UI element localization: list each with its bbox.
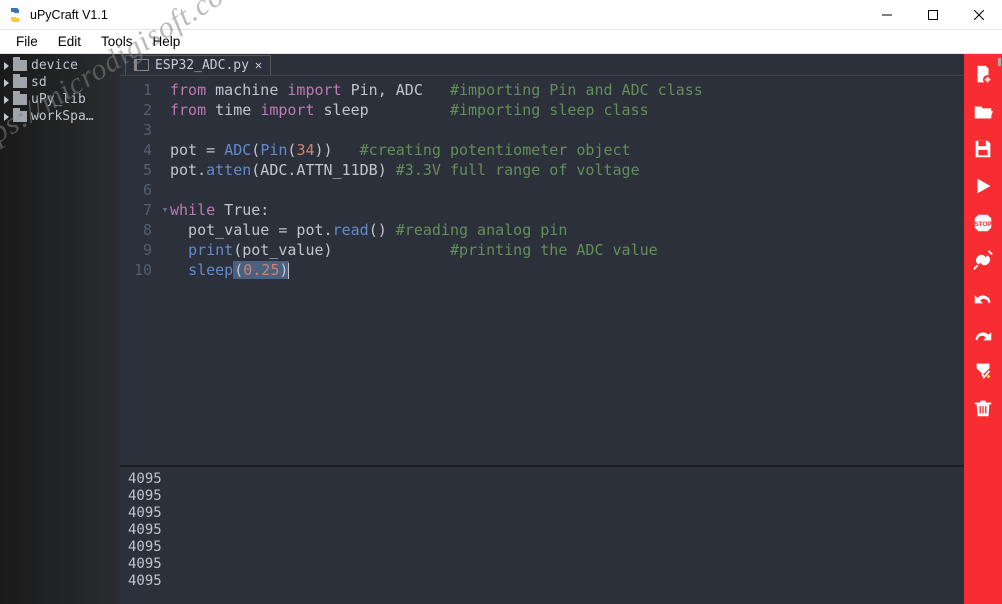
sidebar-item-label: sd [31, 75, 47, 90]
folder-icon [13, 77, 27, 88]
tab-filename: ESP32_ADC.py [155, 58, 249, 73]
sidebar-item-workSpa[interactable]: workSpa… [0, 108, 120, 125]
undo-icon[interactable] [968, 282, 998, 312]
titlebar: uPyCraft V1.1 [0, 0, 1002, 30]
console-line: 4095 [128, 471, 956, 488]
connect-icon[interactable] [968, 245, 998, 275]
stop-icon[interactable]: STOP [968, 208, 998, 238]
expand-arrow-icon [4, 62, 9, 70]
file-icon [134, 59, 149, 71]
code-editor[interactable]: 12345678910 ▾ from machine import Pin, A… [120, 76, 964, 465]
sidebar-item-uPy_lib[interactable]: uPy_lib [0, 91, 120, 108]
menu-edit[interactable]: Edit [48, 32, 91, 51]
line-gutter: 12345678910 [120, 76, 160, 465]
folder-icon [13, 60, 27, 71]
console-line: 4095 [128, 505, 956, 522]
tab-file[interactable]: ESP32_ADC.py ✕ [125, 55, 271, 75]
menu-tools[interactable]: Tools [91, 32, 143, 51]
menu-file[interactable]: File [6, 32, 48, 51]
menubar: File Edit Tools Help [0, 30, 1002, 54]
maximize-button[interactable] [910, 0, 956, 30]
clear-icon[interactable] [968, 393, 998, 423]
folder-icon [13, 111, 27, 122]
sidebar-item-sd[interactable]: sd [0, 74, 120, 91]
console-line: 4095 [128, 539, 956, 556]
expand-arrow-icon [4, 113, 9, 121]
fold-column: ▾ [160, 76, 170, 465]
folder-icon [13, 94, 27, 105]
sidebar-item-label: device [31, 58, 78, 73]
sidebar-item-device[interactable]: device [0, 57, 120, 74]
svg-text:STOP: STOP [974, 221, 992, 228]
tab-close-icon[interactable]: ✕ [255, 58, 262, 72]
expand-arrow-icon [4, 96, 9, 104]
console-line: 4095 [128, 556, 956, 573]
serial-console[interactable]: 4095409540954095409540954095 [120, 465, 964, 604]
console-line: 4095 [128, 522, 956, 539]
toolbar-scroll-indicator [998, 58, 1001, 66]
sidebar-item-label: workSpa… [31, 109, 94, 124]
new-file-icon[interactable] [968, 60, 998, 90]
tabbar: ESP32_ADC.py ✕ [120, 54, 964, 76]
window-title: uPyCraft V1.1 [30, 8, 108, 22]
close-button[interactable] [956, 0, 1002, 30]
code-area[interactable]: from machine import Pin, ADC #importing … [170, 76, 964, 465]
check-icon[interactable] [968, 356, 998, 386]
menu-help[interactable]: Help [143, 32, 191, 51]
app-icon [7, 7, 23, 23]
sidebar: device sd uPy_lib workSpa… [0, 54, 120, 604]
console-line: 4095 [128, 488, 956, 505]
save-icon[interactable] [968, 134, 998, 164]
expand-arrow-icon [4, 79, 9, 87]
run-icon[interactable] [968, 171, 998, 201]
redo-icon[interactable] [968, 319, 998, 349]
open-file-icon[interactable] [968, 97, 998, 127]
console-line: 4095 [128, 573, 956, 590]
right-toolbar: STOP [964, 54, 1002, 604]
sidebar-item-label: uPy_lib [31, 92, 86, 107]
minimize-button[interactable] [864, 0, 910, 30]
